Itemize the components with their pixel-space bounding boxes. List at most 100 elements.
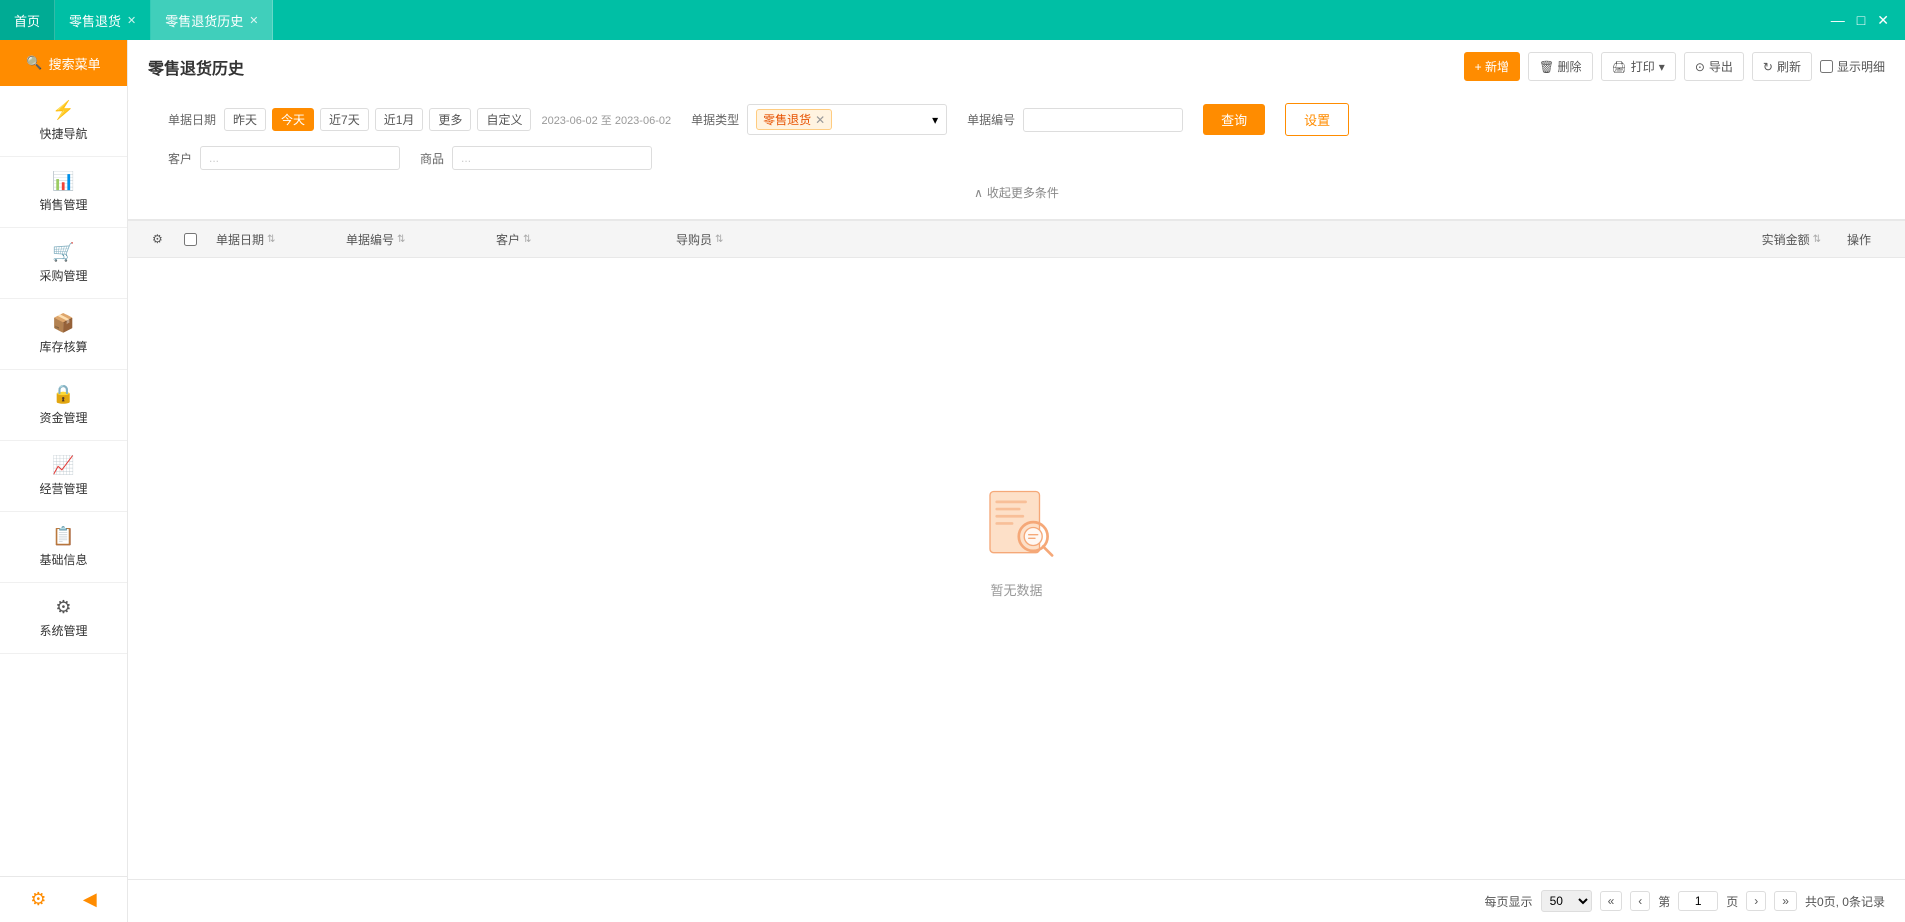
sidebar-item-system[interactable]: ⚙ 系统管理 bbox=[0, 583, 127, 654]
tab-retail-return[interactable]: 零售退货 ✕ bbox=[55, 0, 151, 40]
sidebar-item-system-label: 系统管理 bbox=[39, 622, 87, 639]
refresh-button[interactable]: ↻ 刷新 bbox=[1752, 52, 1812, 81]
type-tag: 零售退货 ✕ bbox=[756, 109, 832, 130]
th-checkbox[interactable] bbox=[176, 233, 208, 246]
customer-filter-placeholder: ... bbox=[209, 151, 219, 165]
sidebar-item-quick-nav-label: 快捷导航 bbox=[39, 125, 87, 142]
tab-retail-return-close[interactable]: ✕ bbox=[127, 14, 136, 27]
query-button[interactable]: 查询 bbox=[1203, 104, 1265, 135]
type-tag-remove[interactable]: ✕ bbox=[815, 113, 825, 127]
maximize-btn[interactable]: □ bbox=[1857, 12, 1865, 29]
th-date[interactable]: 单据日期 ⇅ bbox=[208, 231, 338, 248]
first-page-btn[interactable]: « bbox=[1600, 891, 1623, 911]
th-customer[interactable]: 客户 ⇅ bbox=[488, 231, 668, 248]
pagination: 每页显示 50 20 100 « ‹ 第 页 › » 共0页, 0条记录 bbox=[128, 879, 1905, 922]
sidebar-item-purchase-label: 采购管理 bbox=[39, 267, 87, 284]
tab-home[interactable]: 首页 bbox=[0, 0, 55, 40]
no-filter-input[interactable] bbox=[1023, 108, 1183, 132]
page-header: 零售退货历史 + 新增 🗑 删除 🖨 打印 ▾ ⊙ 导出 ↻ bbox=[128, 40, 1905, 220]
setting-button[interactable]: 设置 bbox=[1285, 103, 1349, 136]
th-action: 操作 bbox=[1829, 231, 1889, 248]
th-customer-sort-icon: ⇅ bbox=[523, 234, 531, 245]
no-filter: 单据编号 bbox=[967, 108, 1183, 132]
sidebar-item-inventory[interactable]: 📦 库存核算 bbox=[0, 299, 127, 370]
refresh-icon: ↻ bbox=[1763, 60, 1773, 74]
th-settings[interactable]: ⚙ bbox=[144, 232, 176, 246]
next-page-btn[interactable]: › bbox=[1746, 891, 1766, 911]
sidebar-item-base-info[interactable]: 📋 基础信息 bbox=[0, 512, 127, 583]
th-no[interactable]: 单据编号 ⇅ bbox=[338, 231, 488, 248]
display-detail-label: 显示明细 bbox=[1837, 58, 1885, 75]
date-btn-custom[interactable]: 自定义 bbox=[477, 108, 531, 131]
select-all-checkbox[interactable] bbox=[184, 233, 197, 246]
sidebar-item-operations[interactable]: 📈 经营管理 bbox=[0, 441, 127, 512]
new-button[interactable]: + 新增 bbox=[1464, 52, 1520, 81]
date-btn-more[interactable]: 更多 bbox=[429, 108, 471, 131]
th-date-label: 单据日期 bbox=[216, 231, 264, 248]
home-tab-label: 首页 bbox=[14, 11, 40, 30]
filter-area: 单据日期 昨天 今天 近7天 近1月 更多 自定义 2023-06-02 至 2… bbox=[148, 93, 1885, 219]
tab-retail-return-history-close[interactable]: ✕ bbox=[249, 14, 258, 27]
sidebar-item-sales[interactable]: 📊 销售管理 bbox=[0, 157, 127, 228]
th-customer-label: 客户 bbox=[496, 231, 520, 248]
operations-icon: 📈 bbox=[52, 455, 74, 476]
filter-row-1: 单据日期 昨天 今天 近7天 近1月 更多 自定义 2023-06-02 至 2… bbox=[168, 103, 1865, 136]
top-bar: 首页 零售退货 ✕ 零售退货历史 ✕ — □ ✕ bbox=[0, 0, 1905, 40]
th-no-label: 单据编号 bbox=[346, 231, 394, 248]
display-detail-checkbox[interactable] bbox=[1820, 60, 1833, 73]
last-page-btn[interactable]: » bbox=[1774, 891, 1797, 911]
total-info: 共0页, 0条记录 bbox=[1805, 893, 1885, 910]
sidebar-item-quick-nav[interactable]: ⚡ 快捷导航 bbox=[0, 86, 127, 157]
settings-col-icon: ⚙ bbox=[152, 232, 163, 246]
type-filter-label: 单据类型 bbox=[691, 111, 739, 128]
table-header: ⚙ 单据日期 ⇅ 单据编号 ⇅ 客户 ⇅ 导购员 bbox=[128, 220, 1905, 258]
delete-button[interactable]: 🗑 删除 bbox=[1528, 52, 1593, 81]
table-area: ⚙ 单据日期 ⇅ 单据编号 ⇅ 客户 ⇅ 导购员 bbox=[128, 220, 1905, 879]
type-filter-select[interactable]: 零售退货 ✕ ▾ bbox=[747, 104, 947, 135]
empty-illustration bbox=[972, 478, 1062, 568]
sidebar-item-operations-label: 经营管理 bbox=[39, 480, 87, 497]
export-button[interactable]: ⊙ 导出 bbox=[1684, 52, 1744, 81]
date-range-display: 2023-06-02 至 2023-06-02 bbox=[541, 112, 671, 128]
date-filter: 单据日期 昨天 今天 近7天 近1月 更多 自定义 2023-06-02 至 2… bbox=[168, 108, 671, 131]
sidebar-search-label: 搜索菜单 bbox=[49, 54, 101, 73]
window-controls: — □ ✕ bbox=[1831, 12, 1905, 29]
print-button[interactable]: 🖨 打印 ▾ bbox=[1601, 52, 1676, 81]
goods-filter-select[interactable]: ... bbox=[452, 146, 652, 170]
page-input[interactable] bbox=[1678, 891, 1718, 911]
prev-page-btn[interactable]: ‹ bbox=[1630, 891, 1650, 911]
finance-icon: 🔒 bbox=[52, 384, 74, 405]
minimize-btn[interactable]: — bbox=[1831, 12, 1845, 29]
page-title-row: 零售退货历史 + 新增 🗑 删除 🖨 打印 ▾ ⊙ 导出 ↻ bbox=[148, 52, 1885, 81]
sidebar-bottom: ⚙ ◀ bbox=[0, 876, 127, 922]
sidebar: 🔍 搜索菜单 ⚡ 快捷导航 📊 销售管理 🛒 采购管理 📦 库存核算 🔒 bbox=[0, 40, 128, 922]
main-layout: 🔍 搜索菜单 ⚡ 快捷导航 📊 销售管理 🛒 采购管理 📦 库存核算 🔒 bbox=[0, 40, 1905, 922]
collapse-button[interactable]: ∧ 收起更多条件 bbox=[974, 184, 1059, 201]
page-size-select[interactable]: 50 20 100 bbox=[1541, 890, 1592, 912]
th-guide-label: 导购员 bbox=[676, 231, 712, 248]
sidebar-item-purchase[interactable]: 🛒 采购管理 bbox=[0, 228, 127, 299]
inventory-icon: 📦 bbox=[52, 313, 74, 334]
settings-bottom-icon[interactable]: ⚙ bbox=[30, 889, 46, 910]
date-btn-yesterday[interactable]: 昨天 bbox=[224, 108, 266, 131]
customer-filter-select[interactable]: ... bbox=[200, 146, 400, 170]
tab-retail-return-history[interactable]: 零售退货历史 ✕ bbox=[151, 0, 273, 40]
page-title: 零售退货历史 bbox=[148, 55, 244, 79]
th-amount[interactable]: 实销金额 ⇅ bbox=[818, 231, 1829, 248]
sidebar-item-finance[interactable]: 🔒 资金管理 bbox=[0, 370, 127, 441]
sidebar-search[interactable]: 🔍 搜索菜单 bbox=[0, 40, 127, 86]
empty-text: 暂无数据 bbox=[990, 580, 1042, 599]
date-btn-7days[interactable]: 近7天 bbox=[320, 108, 369, 131]
date-btn-1month[interactable]: 近1月 bbox=[375, 108, 424, 131]
collapse-label: 收起更多条件 bbox=[987, 184, 1059, 201]
sales-icon: 📊 bbox=[52, 171, 74, 192]
export-icon: ⊙ bbox=[1695, 60, 1705, 74]
date-btn-today[interactable]: 今天 bbox=[272, 108, 314, 131]
print-chevron-icon: ▾ bbox=[1659, 60, 1665, 74]
close-btn[interactable]: ✕ bbox=[1877, 12, 1889, 29]
collapse-sidebar-icon[interactable]: ◀ bbox=[83, 889, 97, 910]
retail-return-tab-label: 零售退货 bbox=[69, 11, 121, 30]
sidebar-item-finance-label: 资金管理 bbox=[39, 409, 87, 426]
th-guide[interactable]: 导购员 ⇅ bbox=[668, 231, 818, 248]
date-filter-buttons: 昨天 今天 近7天 近1月 更多 自定义 bbox=[224, 108, 531, 131]
